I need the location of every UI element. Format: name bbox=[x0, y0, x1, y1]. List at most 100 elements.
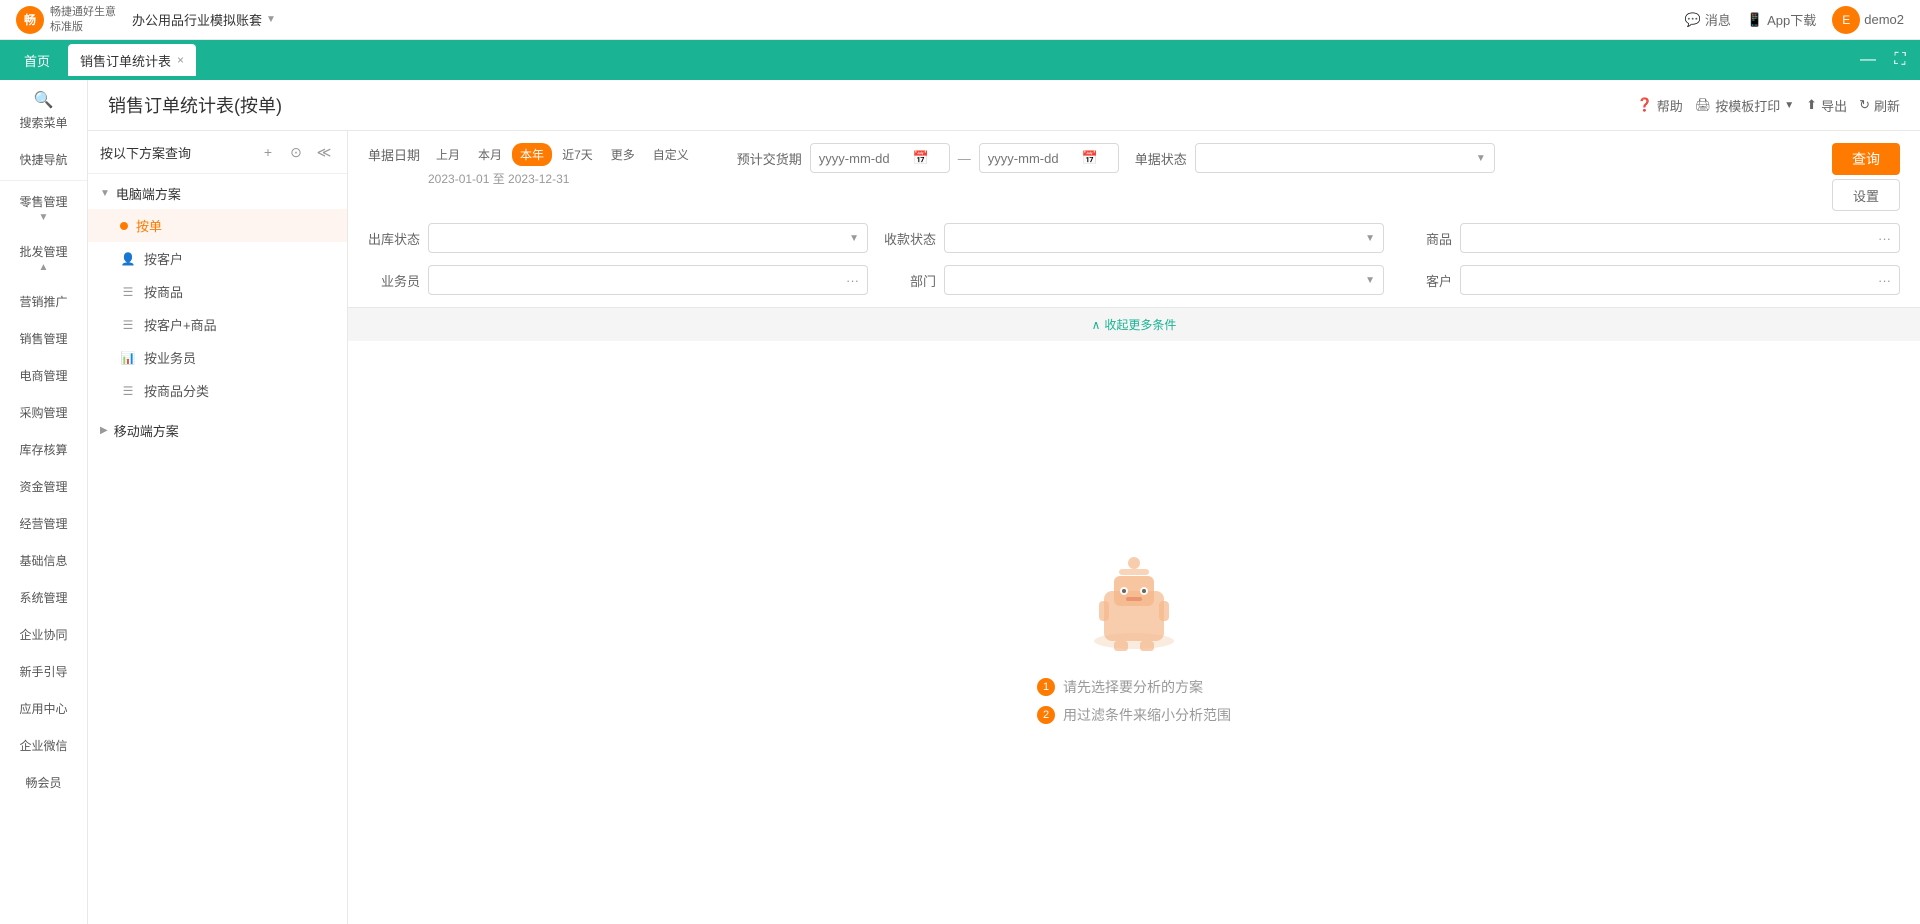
sidebar-item-newbie[interactable]: 新手引导 bbox=[0, 653, 87, 690]
sidebar-item-wholesale[interactable]: 批发管理 ▲ bbox=[0, 233, 87, 283]
sidebar-item-sales[interactable]: 销售管理 bbox=[0, 320, 87, 357]
scheme-item-by-customer[interactable]: 👤 按客户 bbox=[88, 242, 347, 275]
logo-text: 畅捷通好生意 标准版 bbox=[50, 5, 116, 34]
sidebar-item-inventory[interactable]: 库存核算 bbox=[0, 431, 87, 468]
scheme-item-by-goods[interactable]: ☰ 按商品 bbox=[88, 275, 347, 308]
download-icon: 📱 bbox=[1747, 12, 1763, 28]
salesperson-input[interactable]: ··· bbox=[428, 265, 868, 295]
date-tabs: 上月 本月 本年 近7天 更多 自定义 bbox=[428, 143, 697, 166]
delivery-select[interactable]: ▼ bbox=[428, 223, 868, 253]
page-header: 销售订单统计表(按单) ❓ 帮助 🖨 按模板打印 ▼ ⬆ 导出 bbox=[88, 80, 1920, 131]
template-print-button[interactable]: 🖨 按模板打印 ▼ bbox=[1695, 96, 1794, 115]
mobile-group-header[interactable]: ▶ 移动端方案 bbox=[88, 415, 347, 446]
refresh-icon: ↻ bbox=[1859, 97, 1870, 113]
tab-bar: 首页 销售订单统计表 × — ⛶ bbox=[0, 40, 1920, 80]
filter-area: 单据日期 上月 本月 本年 近7天 更多 自定义 bbox=[348, 131, 1920, 308]
print-icon: 🖨 bbox=[1695, 97, 1712, 113]
status-select[interactable]: ▼ bbox=[1195, 143, 1495, 173]
goods-input[interactable]: ··· bbox=[1460, 223, 1900, 253]
sidebar-divider1 bbox=[0, 180, 87, 181]
content-area: 销售订单统计表(按单) ❓ 帮助 🖨 按模板打印 ▼ ⬆ 导出 bbox=[88, 80, 1920, 924]
retail-arrow-icon: ▼ bbox=[39, 212, 49, 223]
user-area[interactable]: E demo2 bbox=[1832, 6, 1904, 34]
page-actions: ❓ 帮助 🖨 按模板打印 ▼ ⬆ 导出 ↻ 刷新 bbox=[1637, 96, 1900, 115]
maximize-button[interactable]: ⛶ bbox=[1888, 48, 1912, 72]
customer-ellipsis: ··· bbox=[1878, 273, 1891, 288]
export-button[interactable]: ⬆ 导出 bbox=[1806, 96, 1847, 115]
goods-scheme-icon: ☰ bbox=[120, 284, 136, 300]
expected-date-start[interactable]: 📅 bbox=[810, 143, 950, 173]
sidebar-item-purchase[interactable]: 采购管理 bbox=[0, 394, 87, 431]
message-icon: 💬 bbox=[1685, 12, 1701, 28]
logo-area: 畅 畅捷通好生意 标准版 bbox=[16, 5, 116, 34]
salesperson-ellipsis: ··· bbox=[846, 273, 859, 288]
date-tab-lastmonth[interactable]: 上月 bbox=[428, 143, 468, 166]
sidebar-item-retail[interactable]: 零售管理 ▼ bbox=[0, 183, 87, 233]
payment-select[interactable]: ▼ bbox=[944, 223, 1384, 253]
mobile-scheme-group: ▶ 移动端方案 bbox=[88, 411, 347, 450]
scheme-item-by-salesperson[interactable]: 📊 按业务员 bbox=[88, 341, 347, 374]
empty-state: 1 请先选择要分析的方案 2 用过滤条件来缩小分析范围 bbox=[348, 341, 1920, 924]
sidebar-item-business[interactable]: 经营管理 bbox=[0, 505, 87, 542]
empty-hint-2: 2 用过滤条件来缩小分析范围 bbox=[1037, 705, 1231, 725]
tab-home[interactable]: 首页 bbox=[8, 44, 66, 76]
expected-date-end[interactable]: 📅 bbox=[979, 143, 1119, 173]
customer-section: 客户 ··· bbox=[1400, 265, 1900, 295]
date-tab-custom[interactable]: 自定义 bbox=[645, 143, 697, 166]
right-content: 单据日期 上月 本月 本年 近7天 更多 自定义 bbox=[348, 131, 1920, 924]
sidebar-item-member[interactable]: 畅会员 bbox=[0, 764, 87, 801]
message-action[interactable]: 💬 消息 bbox=[1685, 10, 1731, 29]
collapse-arrow-icon: ∧ bbox=[1092, 318, 1101, 332]
expected-date-end-input[interactable] bbox=[988, 151, 1078, 166]
collapse-panel-icon[interactable]: ≪ bbox=[313, 141, 335, 163]
logo-icon: 畅 bbox=[16, 6, 44, 34]
sidebar-item-wechat[interactable]: 企业微信 bbox=[0, 727, 87, 764]
tab-sales-stat[interactable]: 销售订单统计表 × bbox=[68, 44, 196, 76]
customer-input[interactable]: ··· bbox=[1460, 265, 1900, 295]
left-panel-actions: + ⊙ ≪ bbox=[257, 141, 335, 163]
empty-hint-1: 1 请先选择要分析的方案 bbox=[1037, 677, 1231, 697]
sidebar-item-ecommerce[interactable]: 电商管理 bbox=[0, 357, 87, 394]
scheme-item-by-order[interactable]: 按单 bbox=[88, 209, 347, 242]
sidebar-item-quicknav[interactable]: 快捷导航 bbox=[0, 141, 87, 178]
page-title: 销售订单统计表(按单) bbox=[108, 92, 282, 118]
pc-group-header[interactable]: ▼ 电脑端方案 bbox=[88, 178, 347, 209]
help-icon: ❓ bbox=[1637, 97, 1653, 113]
sidebar-item-system[interactable]: 系统管理 bbox=[0, 579, 87, 616]
app-download-action[interactable]: 📱 App下载 bbox=[1747, 10, 1816, 29]
department-section: 部门 ▼ bbox=[884, 265, 1384, 295]
tab-close-icon[interactable]: × bbox=[177, 53, 184, 67]
salesperson-section: 业务员 ··· bbox=[368, 265, 868, 295]
sidebar-item-appstore[interactable]: 应用中心 bbox=[0, 690, 87, 727]
filter-row1: 单据日期 上月 本月 本年 近7天 更多 自定义 bbox=[368, 143, 1900, 211]
date-tab-thismonth[interactable]: 本月 bbox=[470, 143, 510, 166]
date-tab-thisyear[interactable]: 本年 bbox=[512, 143, 552, 166]
sidebar-item-enterprise[interactable]: 企业协同 bbox=[0, 616, 87, 653]
hint-num-2: 2 bbox=[1037, 706, 1055, 724]
collapse-bar[interactable]: ∧ 收起更多条件 bbox=[348, 308, 1920, 341]
sp-scheme-icon: 📊 bbox=[120, 350, 136, 366]
sidebar-item-search[interactable]: 🔍 搜索菜单 bbox=[0, 80, 87, 141]
scheme-item-by-category[interactable]: ☰ 按商品分类 bbox=[88, 374, 347, 407]
settings-button[interactable]: 设置 bbox=[1832, 179, 1900, 211]
top-bar-right: 💬 消息 📱 App下载 E demo2 bbox=[1685, 6, 1904, 34]
date-tab-more[interactable]: 更多 bbox=[603, 143, 643, 166]
avatar: E bbox=[1832, 6, 1860, 34]
sidebar-item-marketing[interactable]: 营销推广 bbox=[0, 283, 87, 320]
help-button[interactable]: ❓ 帮助 bbox=[1637, 96, 1683, 115]
refresh-button[interactable]: ↻ 刷新 bbox=[1859, 96, 1900, 115]
status-select-arrow: ▼ bbox=[1476, 153, 1486, 164]
date-tab-last7days[interactable]: 近7天 bbox=[554, 143, 601, 166]
minimize-button[interactable]: — bbox=[1856, 48, 1880, 72]
settings-scheme-icon[interactable]: ⊙ bbox=[285, 141, 307, 163]
scheme-item-by-customer-goods[interactable]: ☰ 按客户+商品 bbox=[88, 308, 347, 341]
add-scheme-button[interactable]: + bbox=[257, 141, 279, 163]
filter-row2: 出库状态 ▼ 收款状态 ▼ bbox=[368, 223, 1900, 253]
department-select[interactable]: ▼ bbox=[944, 265, 1384, 295]
sidebar-item-finance[interactable]: 资金管理 bbox=[0, 468, 87, 505]
expected-date-start-input[interactable] bbox=[819, 151, 909, 166]
workspace-selector[interactable]: 办公用品行业模拟账套 ▼ bbox=[124, 6, 284, 33]
sidebar-item-basic[interactable]: 基础信息 bbox=[0, 542, 87, 579]
query-button[interactable]: 查询 bbox=[1832, 143, 1900, 175]
customer-scheme-icon: 👤 bbox=[120, 251, 136, 267]
